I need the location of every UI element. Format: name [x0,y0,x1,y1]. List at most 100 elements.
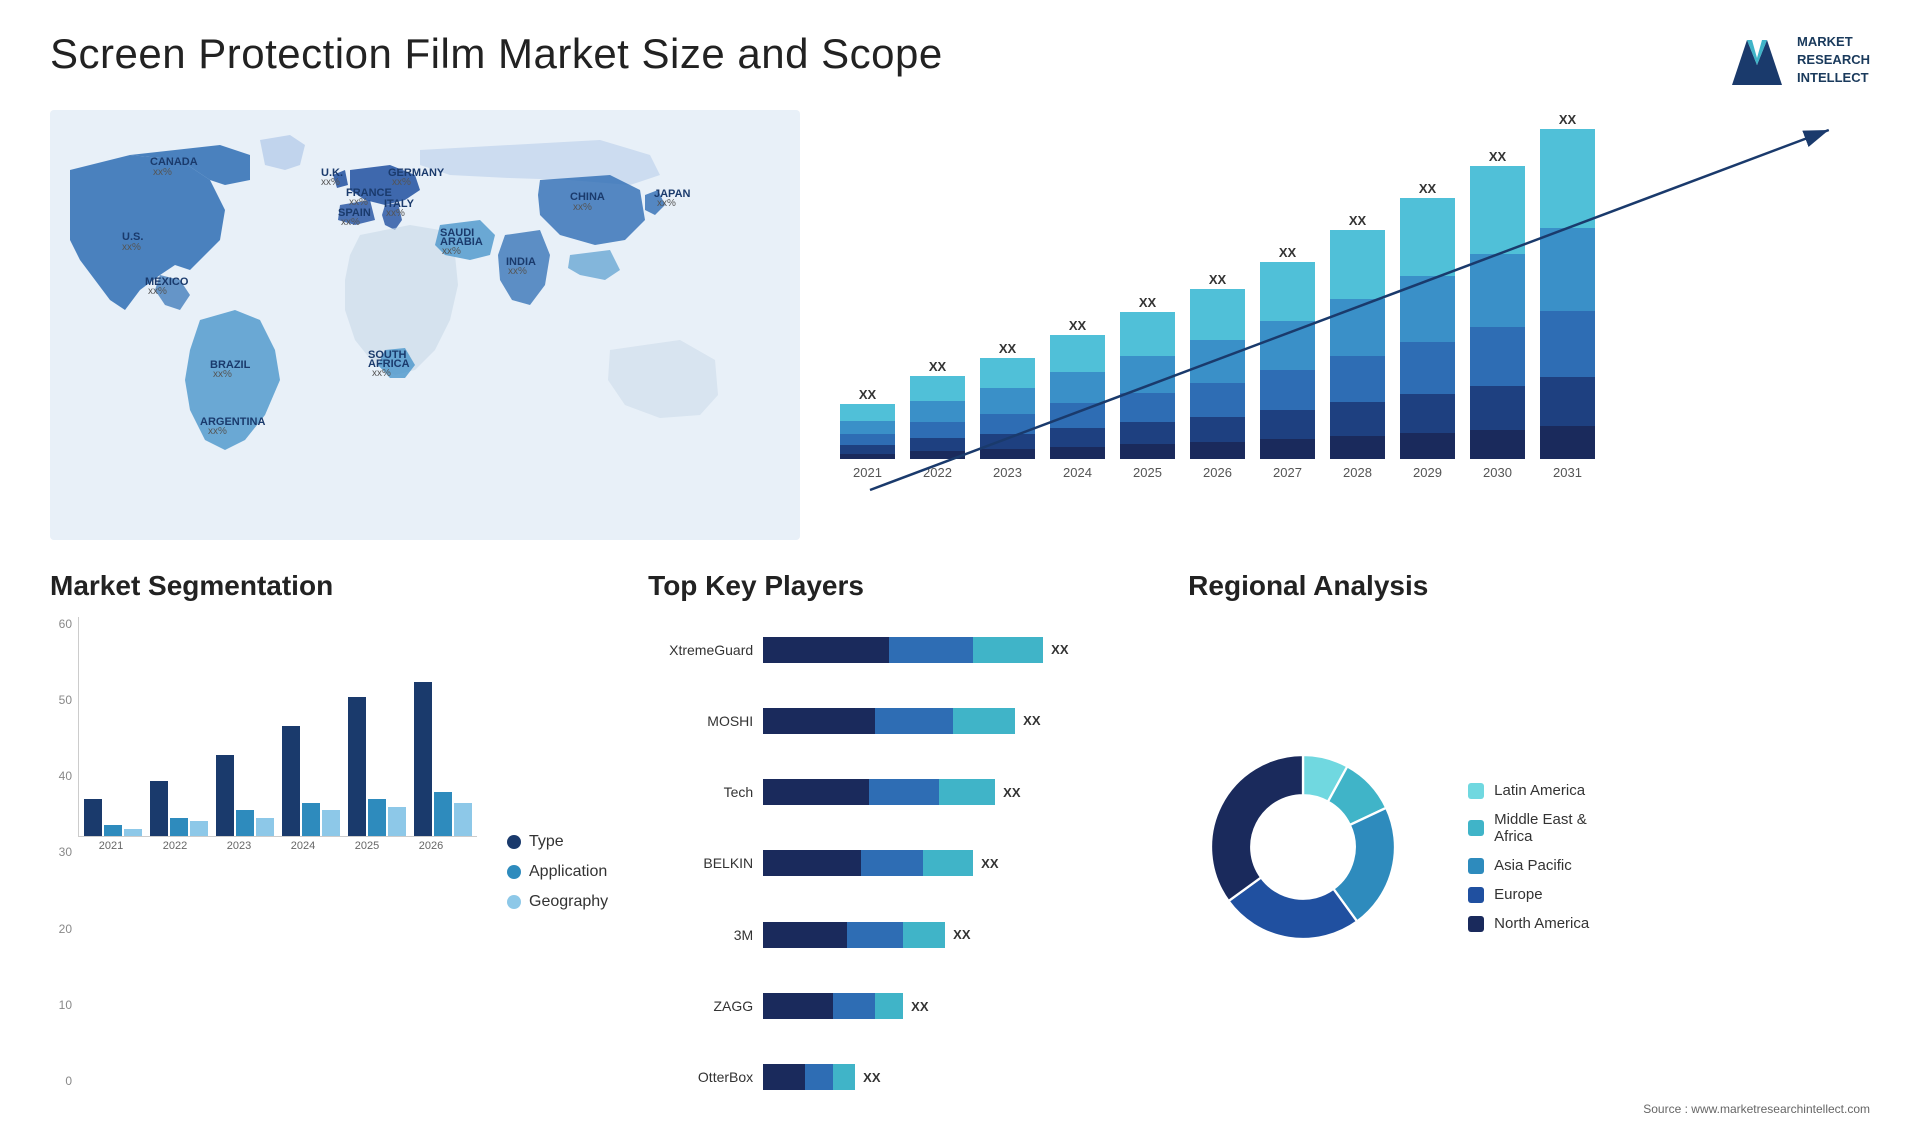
seg-bar [414,682,432,836]
page-title: Screen Protection Film Market Size and S… [50,30,943,78]
seg-bar [368,799,386,836]
bar-segment [1120,312,1175,356]
bar-segment [1470,386,1525,430]
map-area: CANADA xx% U.S. xx% MEXICO xx% BRAZIL xx… [50,110,800,540]
legend-application: Application [507,863,608,881]
player-row: OtterBoxXX [648,1064,1148,1090]
player-bar-container: XX [763,708,1040,734]
bar-segment [1400,394,1455,433]
player-bar-container: XX [763,779,1020,805]
player-name: ZAGG [648,998,753,1014]
bar-col: XX2025 [1120,295,1175,480]
bar-value-label: XX [1349,213,1366,228]
donut-chart [1188,732,1438,982]
bar-segment [1470,327,1525,386]
player-bar-segment [861,850,923,876]
seg-year-group [84,799,142,836]
bar-segment [1190,340,1245,383]
bar-col: XX2031 [1540,112,1595,480]
legend-dot-application [507,865,521,879]
bar-segment [1330,230,1385,299]
bar-segment [910,438,965,450]
seg-bar [190,821,208,836]
bar-stacked [1190,289,1245,459]
bar-year-label: 2027 [1273,465,1302,480]
reg-dot-mea [1468,820,1484,836]
bar-col: XX2026 [1190,272,1245,480]
svg-text:xx%: xx% [508,266,527,277]
segmentation-title: Market Segmentation [50,570,608,602]
bar-segment [840,434,895,445]
bar-segment [1120,422,1175,444]
legend-geography: Geography [507,893,608,911]
player-bar-container: XX [763,922,970,948]
reg-legend-na: North America [1468,915,1589,932]
header: Screen Protection Film Market Size and S… [50,30,1870,90]
seg-bar [322,810,340,836]
bar-year-label: 2025 [1133,465,1162,480]
logo-area: MARKET RESEARCH INTELLECT [1727,30,1870,90]
bar-stacked [1050,335,1105,459]
bar-year-label: 2031 [1553,465,1582,480]
y-axis: 0 10 20 30 40 50 60 [50,617,72,1088]
player-bar [763,637,1043,663]
player-bar-container: XX [763,637,1068,663]
bar-col: XX2029 [1400,181,1455,480]
seg-x-labels: 202120222023202420252026 [78,837,477,852]
bar-segment [980,449,1035,459]
seg-year-label: 2022 [147,840,203,852]
bar-segment [1470,254,1525,327]
player-value-label: XX [1003,785,1020,800]
bar-segment [1400,276,1455,341]
regional-title: Regional Analysis [1188,570,1870,602]
seg-bar [216,755,234,836]
bar-segment [1540,311,1595,377]
player-bar-segment [763,637,889,663]
bar-segment [910,451,965,459]
players-title: Top Key Players [648,570,1148,602]
seg-year-label: 2025 [339,840,395,852]
player-bar-segment [889,637,973,663]
bar-segment [1190,442,1245,459]
bar-segment [1260,321,1315,370]
seg-bar [282,726,300,836]
reg-dot-na [1468,916,1484,932]
seg-bar [124,829,142,836]
player-bar-segment [973,637,1043,663]
bar-segment [1400,198,1455,276]
seg-year-group [150,781,208,836]
player-name: BELKIN [648,855,753,871]
bar-segment [1470,430,1525,459]
svg-text:xx%: xx% [341,217,360,228]
seg-bar [150,781,168,836]
bar-segment [1540,228,1595,311]
bar-stacked [1330,230,1385,459]
bar-segment [840,404,895,421]
donut-segment [1211,755,1303,901]
player-name: OtterBox [648,1069,753,1085]
bar-segment [1540,377,1595,427]
bar-segment [1050,403,1105,428]
bar-value-label: XX [1419,181,1436,196]
player-bar [763,779,995,805]
top-section: CANADA xx% U.S. xx% MEXICO xx% BRAZIL xx… [50,110,1870,540]
legend-dot-type [507,835,521,849]
seg-year-group [414,682,472,836]
bar-year-label: 2028 [1343,465,1372,480]
bar-segment [1330,299,1385,356]
logo-text: MARKET RESEARCH INTELLECT [1797,33,1870,88]
bar-year-label: 2021 [853,465,882,480]
svg-text:xx%: xx% [122,242,141,253]
players-area: Top Key Players XtremeGuardXXMOSHIXXTech… [648,570,1148,1116]
player-bar-segment [805,1064,833,1090]
bar-segment [1540,129,1595,228]
bar-col: XX2027 [1260,245,1315,480]
seg-bar [454,803,472,836]
svg-text:xx%: xx% [148,286,167,297]
player-bar-segment [763,850,861,876]
reg-legend-mea: Middle East &Africa [1468,811,1589,845]
player-value-label: XX [981,856,998,871]
bar-stacked [910,376,965,459]
seg-bar [434,792,452,836]
bar-segment [1260,262,1315,321]
